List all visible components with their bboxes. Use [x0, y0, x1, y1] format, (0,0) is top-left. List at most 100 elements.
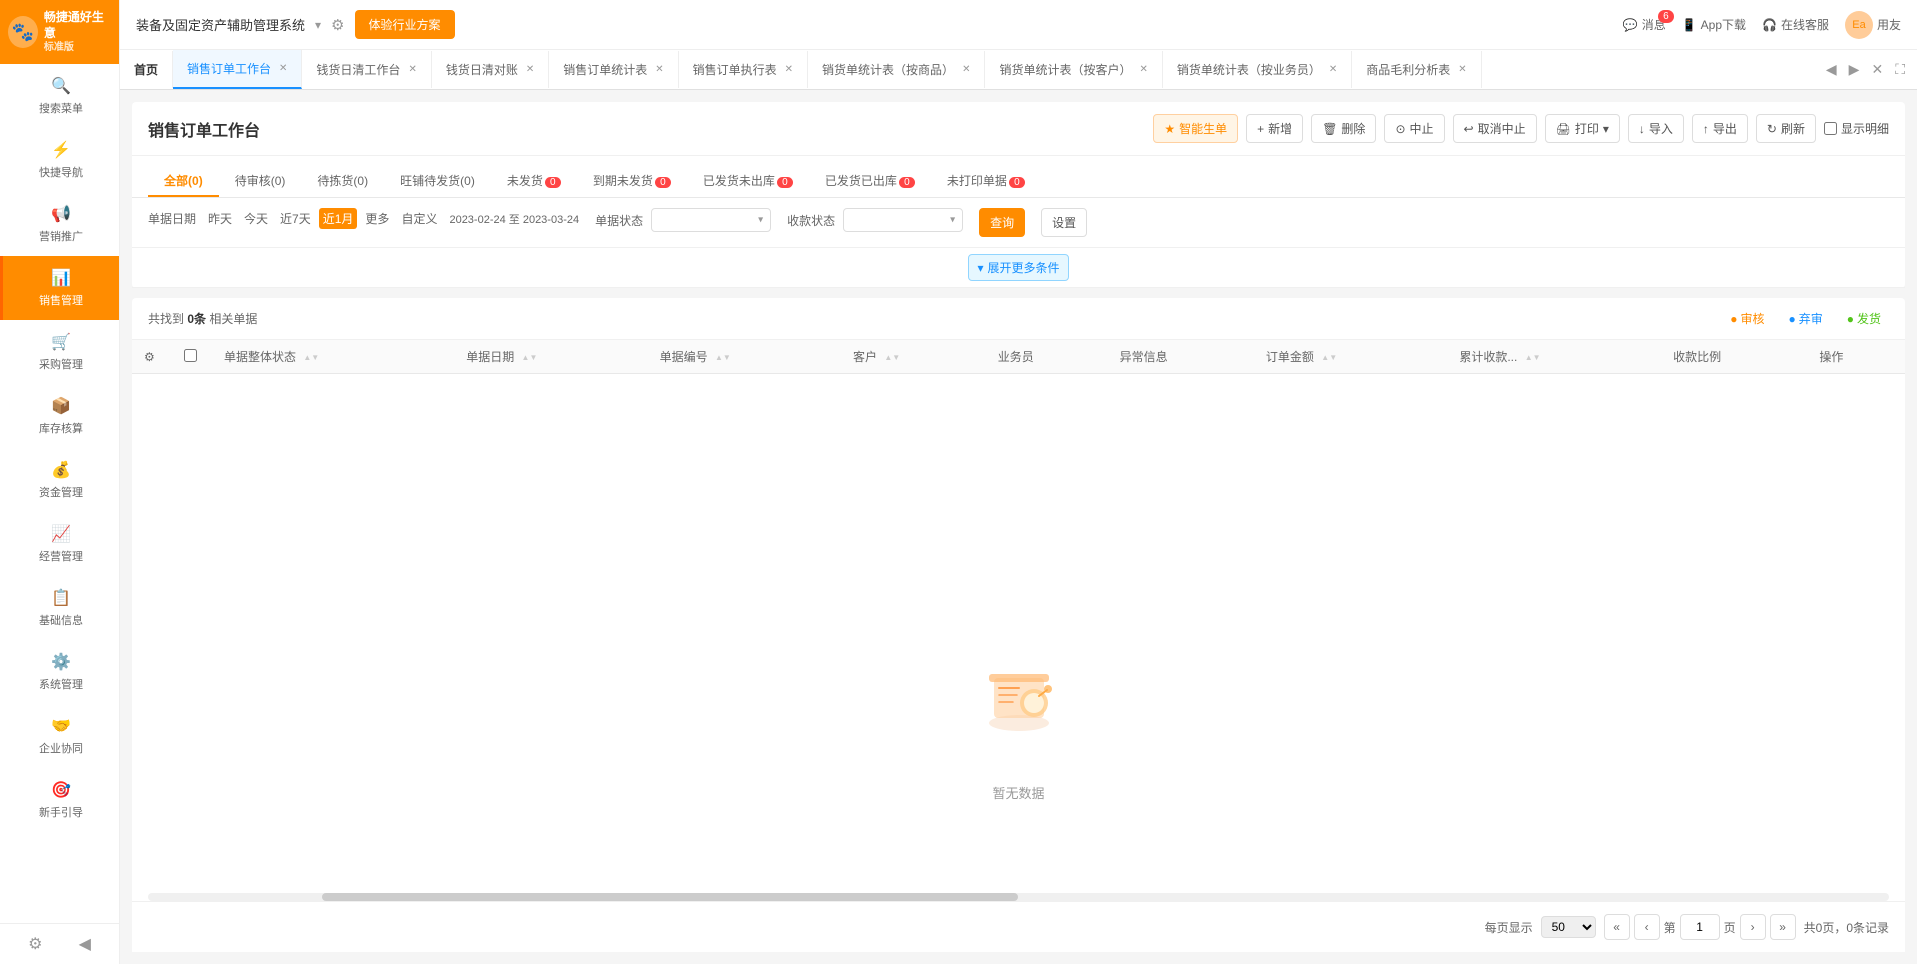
- sub-tab-not-shipped[interactable]: 未发货0: [491, 166, 577, 197]
- date-opt-custom[interactable]: 自定义: [397, 208, 441, 229]
- user-area[interactable]: Ea 用友: [1845, 11, 1901, 39]
- sidebar-item-system[interactable]: ⚙️ 系统管理: [0, 640, 119, 704]
- tab-close-cash-daily[interactable]: ✕: [408, 64, 416, 75]
- sidebar-item-finance[interactable]: 💰 资金管理: [0, 448, 119, 512]
- sub-tab-not-printed[interactable]: 未打印单据0: [931, 166, 1041, 197]
- sidebar-item-basic-info[interactable]: 📋 基础信息: [0, 576, 119, 640]
- sidebar-settings-btn[interactable]: ⚙: [28, 934, 42, 954]
- smart-create-btn[interactable]: ★ 智能生单: [1153, 114, 1238, 143]
- sort-collected-icon[interactable]: ▲▼: [1525, 353, 1541, 362]
- app-download-btn[interactable]: 📱 App下载: [1682, 16, 1746, 33]
- date-opt-more[interactable]: 更多: [361, 208, 393, 229]
- tab-sales-order[interactable]: 销售订单工作台 ✕: [173, 50, 302, 89]
- tab-close-sales-order[interactable]: ✕: [279, 63, 287, 74]
- sort-status-icon[interactable]: ▲▼: [303, 353, 319, 362]
- sub-tab-all[interactable]: 全部(0): [148, 166, 219, 197]
- first-page-btn[interactable]: «: [1604, 914, 1630, 940]
- sub-tab-overdue[interactable]: 到期未发货0: [577, 166, 687, 197]
- sidebar-item-purchase[interactable]: 🛒 采购管理: [0, 320, 119, 384]
- h-scrollbar[interactable]: [148, 893, 1889, 901]
- message-btn[interactable]: 💬 消息 6: [1623, 16, 1666, 33]
- tab-cash-daily[interactable]: 钱货日清工作台 ✕: [302, 51, 431, 88]
- tab-close-cash-reconcile[interactable]: ✕: [526, 64, 534, 75]
- filter-settings-btn[interactable]: 设置: [1041, 208, 1087, 237]
- tab-sales-exec[interactable]: 销售订单执行表 ✕: [679, 51, 808, 88]
- sidebar-item-inventory[interactable]: 📦 库存核算: [0, 384, 119, 448]
- table-scroll-container[interactable]: ⚙ 单据整体状态 ▲▼ 单据日期 ▲▼: [132, 340, 1905, 557]
- tab-prev-btn[interactable]: ◀: [1822, 59, 1841, 80]
- page-input[interactable]: [1680, 914, 1720, 940]
- col-settings-icon[interactable]: ⚙: [144, 350, 155, 364]
- date-opt-today[interactable]: 今天: [240, 208, 272, 229]
- sort-customer-icon[interactable]: ▲▼: [884, 353, 900, 362]
- date-opt-yesterday[interactable]: 昨天: [204, 208, 236, 229]
- cancel-stop-btn[interactable]: ↩ 取消中止: [1453, 114, 1537, 143]
- title-dropdown-icon[interactable]: ▾: [315, 18, 321, 32]
- export-btn[interactable]: ↑ 导出: [1692, 114, 1748, 143]
- sub-tab-pending-check[interactable]: 待拣货(0): [301, 166, 384, 197]
- industry-btn[interactable]: 体验行业方案: [355, 10, 455, 39]
- sub-tab-pending-review[interactable]: 待审核(0): [219, 166, 302, 197]
- select-all-checkbox[interactable]: [184, 349, 197, 362]
- tab-sales-stat-customer[interactable]: 销货单统计表（按客户） ✕: [985, 51, 1162, 88]
- show-detail-checkbox[interactable]: 显示明细: [1824, 120, 1889, 137]
- status-select[interactable]: [651, 208, 771, 232]
- date-opt-7days[interactable]: 近7天: [276, 208, 315, 229]
- delete-btn[interactable]: 🗑 删除: [1311, 114, 1376, 143]
- sidebar-item-sales[interactable]: 📊 销售管理: [0, 256, 119, 320]
- tab-close-sales-stat-staff[interactable]: ✕: [1329, 64, 1337, 75]
- date-filter-label: 单据日期: [148, 210, 196, 227]
- sidebar-item-search[interactable]: 🔍 搜索菜单: [0, 64, 119, 128]
- header-settings-icon[interactable]: ⚙: [331, 16, 344, 34]
- tab-close-sales-stat-product[interactable]: ✕: [962, 64, 970, 75]
- h-scrollbar-thumb[interactable]: [322, 893, 1018, 901]
- sidebar-item-guide[interactable]: 🎯 新手引导: [0, 768, 119, 832]
- sub-tab-wangpu[interactable]: 旺铺待发货(0): [384, 166, 491, 197]
- tab-close-all-btn[interactable]: ✕: [1867, 59, 1887, 80]
- sub-tab-shipped-stored[interactable]: 已发货已出库0: [809, 166, 931, 197]
- status-filter-group: 单据状态: [595, 208, 771, 232]
- cancel-review-btn[interactable]: ● 弃审: [1780, 306, 1830, 331]
- online-service-btn[interactable]: 🎧 在线客服: [1762, 16, 1829, 33]
- sort-amount-icon[interactable]: ▲▼: [1321, 353, 1337, 362]
- payment-select[interactable]: [843, 208, 963, 232]
- query-btn[interactable]: 查询: [979, 208, 1025, 237]
- tab-sales-stat[interactable]: 销售订单统计表 ✕: [549, 51, 678, 88]
- tab-product-margin[interactable]: 商品毛利分析表 ✕: [1352, 51, 1481, 88]
- tab-sales-stat-staff[interactable]: 销货单统计表（按业务员） ✕: [1163, 51, 1352, 88]
- sidebar-item-cooperation[interactable]: 🤝 企业协同: [0, 704, 119, 768]
- last-page-btn[interactable]: »: [1770, 914, 1796, 940]
- import-icon: ↓: [1639, 122, 1645, 136]
- import-btn[interactable]: ↓ 导入: [1628, 114, 1684, 143]
- tab-close-sales-stat[interactable]: ✕: [655, 64, 663, 75]
- stop-btn[interactable]: ⊙ 中止: [1384, 114, 1444, 143]
- print-dropdown-icon[interactable]: ▾: [1603, 122, 1609, 136]
- next-page-btn[interactable]: ›: [1740, 914, 1766, 940]
- show-detail-input[interactable]: [1824, 122, 1837, 135]
- sub-tab-shipped-not-stored[interactable]: 已发货未出库0: [687, 166, 809, 197]
- new-btn[interactable]: + 新增: [1246, 114, 1303, 143]
- tab-maximize-btn[interactable]: ⛶: [1891, 59, 1909, 80]
- review-btn[interactable]: ● 审核: [1722, 306, 1772, 331]
- sidebar-item-quick-nav[interactable]: ⚡ 快捷导航: [0, 128, 119, 192]
- refresh-btn[interactable]: ↻ 刷新: [1756, 114, 1816, 143]
- sort-number-icon[interactable]: ▲▼: [715, 353, 731, 362]
- sidebar-item-marketing[interactable]: 📢 营销推广: [0, 192, 119, 256]
- sidebar: 🐾 畅捷通好生意 标准版 🔍 搜索菜单 ⚡ 快捷导航 📢 营销推广 📊 销售管理…: [0, 0, 120, 964]
- date-opt-1month[interactable]: 近1月: [319, 208, 358, 229]
- prev-page-btn[interactable]: ‹: [1634, 914, 1660, 940]
- tab-sales-stat-product[interactable]: 销货单统计表（按商品） ✕: [808, 51, 985, 88]
- tab-close-sales-stat-customer[interactable]: ✕: [1139, 64, 1147, 75]
- tab-next-btn[interactable]: ▶: [1845, 59, 1864, 80]
- sort-date-icon[interactable]: ▲▼: [522, 353, 538, 362]
- sidebar-collapse-btn[interactable]: ◀: [79, 934, 91, 954]
- tab-home[interactable]: 首页: [120, 51, 173, 88]
- tab-close-sales-exec[interactable]: ✕: [785, 64, 793, 75]
- print-btn[interactable]: 🖨 打印 ▾: [1545, 114, 1620, 143]
- tab-close-product-margin[interactable]: ✕: [1458, 64, 1466, 75]
- tab-cash-reconcile[interactable]: 钱货日清对账 ✕: [432, 51, 549, 88]
- sidebar-item-operations[interactable]: 📈 经营管理: [0, 512, 119, 576]
- expand-filter-btn[interactable]: ▾ 展开更多条件: [968, 254, 1068, 281]
- ship-btn[interactable]: ● 发货: [1839, 306, 1889, 331]
- per-page-select[interactable]: 50 10 20 100: [1541, 916, 1596, 938]
